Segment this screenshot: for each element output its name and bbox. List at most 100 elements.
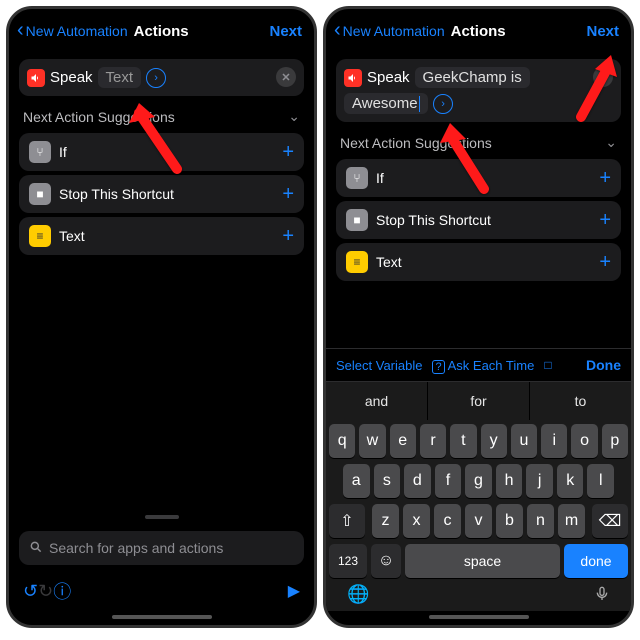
add-suggestion-button[interactable]: + [599,251,611,274]
speak-label: Speak [367,69,410,86]
suggestion-icon: ■ [29,183,51,205]
key-q[interactable]: q [329,424,355,458]
add-suggestion-button[interactable]: + [282,183,294,206]
key-u[interactable]: u [511,424,537,458]
expand-icon[interactable]: › [433,94,453,114]
home-indicator[interactable] [112,615,212,619]
predict-2[interactable]: for [428,382,530,420]
key-m[interactable]: m [558,504,585,538]
info-button[interactable]: ⓘ [53,578,71,604]
key-c[interactable]: c [434,504,461,538]
key-b[interactable]: b [496,504,523,538]
key-x[interactable]: x [403,504,430,538]
speak-text-value-2[interactable]: Awesome [344,93,428,114]
add-suggestion-button[interactable]: + [599,167,611,190]
numbers-key[interactable]: 123 [329,544,367,578]
key-o[interactable]: o [571,424,597,458]
chevron-down-icon: ⌄ [605,134,617,151]
done-key[interactable]: done [564,544,628,578]
suggestion-label: Stop This Shortcut [59,186,274,202]
globe-key[interactable]: 🌐 [347,584,369,609]
sheet-grabber[interactable] [145,515,179,519]
suggestion-icon: ⑂ [346,167,368,189]
chevron-left-icon: ‹ [17,23,24,37]
speaker-icon [27,69,45,87]
chevron-down-icon: ⌄ [288,108,300,125]
key-j[interactable]: j [526,464,553,498]
phone-left: ‹ New Automation Actions Next Speak Text… [6,6,317,628]
search-placeholder: Search for apps and actions [49,540,223,556]
suggestion-row-text[interactable]: ≡ Text + [19,217,304,255]
suggestion-row-stop-this-shortcut[interactable]: ■ Stop This Shortcut + [336,201,621,239]
key-t[interactable]: t [450,424,476,458]
key-a[interactable]: a [343,464,370,498]
key-f[interactable]: f [435,464,462,498]
select-variable-button[interactable]: Select Variable [336,358,422,373]
back-button[interactable]: ‹ New Automation [17,23,128,39]
expand-icon[interactable]: › [146,68,166,88]
annotation-arrow-text [127,99,187,179]
suggestion-label: Stop This Shortcut [376,212,591,228]
annotation-arrow-next [571,53,619,123]
predict-3[interactable]: to [530,382,631,420]
key-i[interactable]: i [541,424,567,458]
key-n[interactable]: n [527,504,554,538]
suggestion-label: Text [376,254,591,270]
key-p[interactable]: p [602,424,628,458]
key-k[interactable]: k [557,464,584,498]
next-button[interactable]: Next [586,23,623,40]
suggestion-row-stop-this-shortcut[interactable]: ■ Stop This Shortcut + [19,175,304,213]
key-r[interactable]: r [420,424,446,458]
back-button[interactable]: ‹ New Automation [334,23,445,39]
variable-bar: Select Variable ?Ask Each Time □ Done [326,348,631,382]
speak-label: Speak [50,69,93,86]
search-input[interactable]: Search for apps and actions [19,531,304,565]
key-s[interactable]: s [374,464,401,498]
search-icon [29,540,43,557]
key-l[interactable]: l [587,464,614,498]
key-h[interactable]: h [496,464,523,498]
key-v[interactable]: v [465,504,492,538]
page-title: Actions [134,23,189,40]
action-card-speak[interactable]: Speak Text › ✕ [19,59,304,96]
predict-1[interactable]: and [326,382,428,420]
speak-text-value-1[interactable]: GeekChamp is [415,67,530,88]
toolbar: ↺ ↻ ⓘ ▶ [9,571,314,611]
home-indicator[interactable] [429,615,529,619]
suggestion-icon: ⑂ [29,141,51,163]
annotation-arrow-value [436,119,496,199]
navbar: ‹ New Automation Actions Next [9,9,314,53]
back-label: New Automation [343,23,445,39]
add-suggestion-button[interactable]: + [282,141,294,164]
key-z[interactable]: z [372,504,399,538]
add-suggestion-button[interactable]: + [282,225,294,248]
emoji-key[interactable]: ☺ [371,544,401,578]
next-button[interactable]: Next [269,23,306,40]
remove-action-button[interactable]: ✕ [276,67,296,87]
dictation-key[interactable] [594,584,610,609]
page-title: Actions [451,23,506,40]
delete-key[interactable]: ⌫ [592,504,628,538]
chevron-left-icon: ‹ [334,23,341,37]
key-d[interactable]: d [404,464,431,498]
suggestion-icon: ≡ [29,225,51,247]
clipboard-button[interactable]: □ [544,358,551,372]
add-suggestion-button[interactable]: + [599,209,611,232]
key-e[interactable]: e [390,424,416,458]
suggestion-icon: ≡ [346,251,368,273]
phone-right: ‹ New Automation Actions Next Speak Geek… [323,6,634,628]
key-w[interactable]: w [359,424,385,458]
variable-done-button[interactable]: Done [586,357,621,373]
navbar: ‹ New Automation Actions Next [326,9,631,53]
predictive-bar: and for to [326,382,631,420]
run-button[interactable]: ▶ [288,581,300,601]
speaker-icon [344,69,362,87]
ask-each-time-button[interactable]: ?Ask Each Time [432,358,534,373]
shift-key[interactable]: ⇧ [329,504,365,538]
space-key[interactable]: space [405,544,560,578]
key-g[interactable]: g [465,464,492,498]
suggestion-row-text[interactable]: ≡ Text + [336,243,621,281]
key-y[interactable]: y [481,424,507,458]
undo-button[interactable]: ↺ [23,581,38,602]
speak-text-token[interactable]: Text [98,67,142,88]
